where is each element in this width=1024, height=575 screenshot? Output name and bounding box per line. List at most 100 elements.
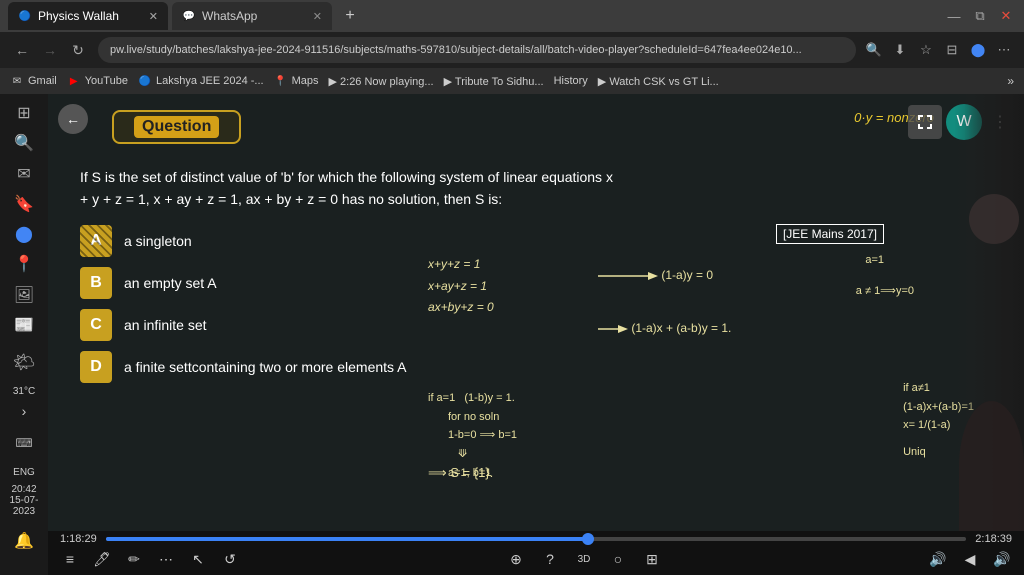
bookmark-history[interactable]: History bbox=[554, 75, 588, 87]
forward-nav-button[interactable]: → bbox=[38, 38, 62, 62]
lakshya-label: Lakshya JEE 2024 -... bbox=[156, 75, 264, 87]
url-input[interactable]: pw.live/study/batches/lakshya-jee-2024-9… bbox=[98, 37, 856, 63]
arrow-eq2-text: (1-a)x + (a-b)y = 1. bbox=[631, 321, 731, 335]
prev-btn[interactable]: ◀ bbox=[956, 545, 984, 573]
more-ctrl-btn[interactable]: ⋯ bbox=[152, 545, 180, 573]
option-c-row: C an infinite set bbox=[80, 309, 480, 341]
bookmark-gmail[interactable]: ✉ Gmail bbox=[10, 74, 57, 88]
bookmark-csk[interactable]: ▶ Watch CSK vs GT Li... bbox=[598, 75, 719, 88]
extension-icon[interactable]: 🔍 bbox=[864, 40, 884, 60]
3d-ctrl-btn[interactable]: 3D bbox=[570, 545, 598, 573]
option-d-badge: D bbox=[80, 351, 112, 383]
right-tools: 🔊 ◀ 🔊 bbox=[924, 545, 1016, 573]
back-button[interactable]: ← bbox=[58, 104, 88, 134]
lakshya-favicon: 🔵 bbox=[138, 74, 152, 88]
circle-ctrl-btn[interactable]: ○ bbox=[604, 545, 632, 573]
eq-line-1: x+y+z = 1 bbox=[428, 254, 494, 276]
question-box: Question bbox=[112, 110, 241, 144]
progress-track[interactable] bbox=[106, 537, 966, 541]
maps-favicon: 📍 bbox=[274, 74, 288, 88]
bookmark-playing[interactable]: ▶ 2:26 Now playing... bbox=[329, 75, 434, 88]
maps-label: Maps bbox=[292, 75, 319, 87]
bookmark-lakshya[interactable]: 🔵 Lakshya JEE 2024 -... bbox=[138, 74, 264, 88]
tab1-close[interactable]: ✕ bbox=[149, 10, 158, 23]
profile-icon[interactable]: ⬤ bbox=[968, 40, 988, 60]
menu-ctrl-btn[interactable]: ≡ bbox=[56, 545, 84, 573]
youtube-favicon: ▶ bbox=[67, 74, 81, 88]
tab2-close[interactable]: ✕ bbox=[313, 10, 322, 23]
volume-btn[interactable]: 🔊 bbox=[988, 545, 1016, 573]
csk-label: ▶ Watch CSK vs GT Li... bbox=[598, 75, 719, 88]
eq-line-3: ax+by+z = 0 bbox=[428, 297, 494, 319]
tab1-label: Physics Wallah bbox=[38, 9, 119, 23]
more-bookmarks[interactable]: » bbox=[1007, 74, 1014, 88]
gmail-label: Gmail bbox=[28, 75, 57, 87]
notification-sidebar-icon[interactable]: 🔔 bbox=[6, 523, 42, 559]
chrome-sidebar-icon[interactable]: ⬤ bbox=[6, 223, 42, 245]
tab-whatsapp[interactable]: 💬 WhatsApp ✕ bbox=[172, 2, 332, 30]
main-area: ⊞ 🔍 ✉ 🔖 ⬤ 📍 🖼 📰 🌤 31°C › ⌨ ENG 20:42 15-… bbox=[0, 94, 1024, 575]
video-content[interactable]: ← Question 0·y = nonzero W bbox=[48, 94, 1024, 531]
question-label: Question bbox=[134, 116, 219, 138]
video-controls: 1:18:29 2:18:39 ≡ 🖊 ✏ ⋯ ↖ ↺ bbox=[48, 531, 1024, 575]
left-sidebar: ⊞ 🔍 ✉ 🔖 ⬤ 📍 🖼 📰 🌤 31°C › ⌨ ENG 20:42 15-… bbox=[0, 94, 48, 575]
sidebar-bottom: 🌤 31°C › ⌨ ENG 20:42 15-07-2023 🔔 bbox=[0, 344, 48, 567]
add-ctrl-btn[interactable]: ⊕ bbox=[502, 545, 530, 573]
browser-chrome: 🔵 Physics Wallah ✕ 💬 WhatsApp ✕ + — ⧉ ✕ … bbox=[0, 0, 1024, 94]
option-a-badge: A bbox=[80, 225, 112, 257]
double-arrow: ⟱ bbox=[458, 445, 517, 464]
restore-button[interactable]: ⧉ bbox=[970, 6, 990, 26]
keyboard-sidebar-icon[interactable]: ⌨ bbox=[6, 425, 42, 461]
close-button[interactable]: ✕ bbox=[996, 6, 1016, 26]
sidebar-toggle-icon[interactable]: ⊟ bbox=[942, 40, 962, 60]
tribute-label: ▶ Tribute To Sidhu... bbox=[444, 75, 544, 88]
reload-button[interactable]: ↻ bbox=[66, 38, 90, 62]
undo-ctrl-btn[interactable]: ↺ bbox=[216, 545, 244, 573]
cursor-ctrl-btn[interactable]: ↖ bbox=[184, 545, 212, 573]
star-icon[interactable]: ☆ bbox=[916, 40, 936, 60]
lang-label: ENG bbox=[13, 467, 35, 478]
settings-icon[interactable]: ⋯ bbox=[994, 40, 1014, 60]
bookmark-maps[interactable]: 📍 Maps bbox=[274, 74, 319, 88]
photos-sidebar-icon[interactable]: 🖼 bbox=[6, 284, 42, 306]
windows-start-icon[interactable]: ⊞ bbox=[6, 102, 42, 124]
if-a1-label: if a=1 (1-b)y = 1. bbox=[428, 389, 517, 408]
fullscreen-button[interactable] bbox=[908, 105, 942, 139]
question-body: If S is the set of distinct value of 'b'… bbox=[80, 169, 613, 207]
speaker-btn[interactable]: 🔊 bbox=[924, 545, 952, 573]
pencil-ctrl-btn[interactable]: ✏ bbox=[120, 545, 148, 573]
left-tools: ≡ 🖊 ✏ ⋯ ↖ ↺ bbox=[56, 545, 244, 573]
download-icon[interactable]: ⬇ bbox=[890, 40, 910, 60]
maps-sidebar-icon[interactable]: 📍 bbox=[6, 253, 42, 275]
options-area: A a singleton B an empty set A C an infi… bbox=[80, 225, 480, 383]
pen-ctrl-btn[interactable]: 🖊 bbox=[88, 545, 116, 573]
tab2-favicon: 💬 bbox=[182, 9, 196, 23]
new-tab-button[interactable]: + bbox=[336, 2, 364, 30]
back-nav-button[interactable]: ← bbox=[10, 38, 34, 62]
playing-label: ▶ 2:26 Now playing... bbox=[329, 75, 434, 88]
nav-buttons: ← → ↻ bbox=[10, 38, 90, 62]
expand-sidebar-icon[interactable]: › bbox=[22, 403, 27, 419]
youtube-label: YouTube bbox=[85, 75, 128, 87]
controls-row: ≡ 🖊 ✏ ⋯ ↖ ↺ ⊕ ? 3D ○ ⊞ 🔊 bbox=[56, 543, 1016, 575]
history-label: History bbox=[554, 75, 588, 87]
progress-thumb bbox=[582, 533, 594, 545]
bookmark-tribute[interactable]: ▶ Tribute To Sidhu... bbox=[444, 75, 544, 88]
a-ne-1-label: a ≠ 1⟹y=0 bbox=[856, 284, 914, 297]
bookmark-sidebar-icon[interactable]: 🔖 bbox=[6, 193, 42, 215]
option-a-text: a singleton bbox=[124, 233, 192, 249]
tab-physics-wallah[interactable]: 🔵 Physics Wallah ✕ bbox=[8, 2, 168, 30]
tab1-favicon: 🔵 bbox=[18, 9, 32, 23]
arrow-eq1-text: (1-a)y = 0 bbox=[661, 268, 713, 282]
tab2-label: WhatsApp bbox=[202, 9, 257, 23]
progress-fill bbox=[106, 537, 588, 541]
help-ctrl-btn[interactable]: ? bbox=[536, 545, 564, 573]
search-sidebar-icon[interactable]: 🔍 bbox=[6, 132, 42, 154]
a-equals-1: a=1 bbox=[865, 254, 884, 266]
grid-ctrl-btn[interactable]: ⊞ bbox=[638, 545, 666, 573]
news-sidebar-icon[interactable]: 📰 bbox=[6, 314, 42, 336]
bookmark-youtube[interactable]: ▶ YouTube bbox=[67, 74, 128, 88]
bookmarks-bar: ✉ Gmail ▶ YouTube 🔵 Lakshya JEE 2024 -..… bbox=[0, 68, 1024, 94]
mail-sidebar-icon[interactable]: ✉ bbox=[6, 163, 42, 185]
minimize-button[interactable]: — bbox=[944, 6, 964, 26]
